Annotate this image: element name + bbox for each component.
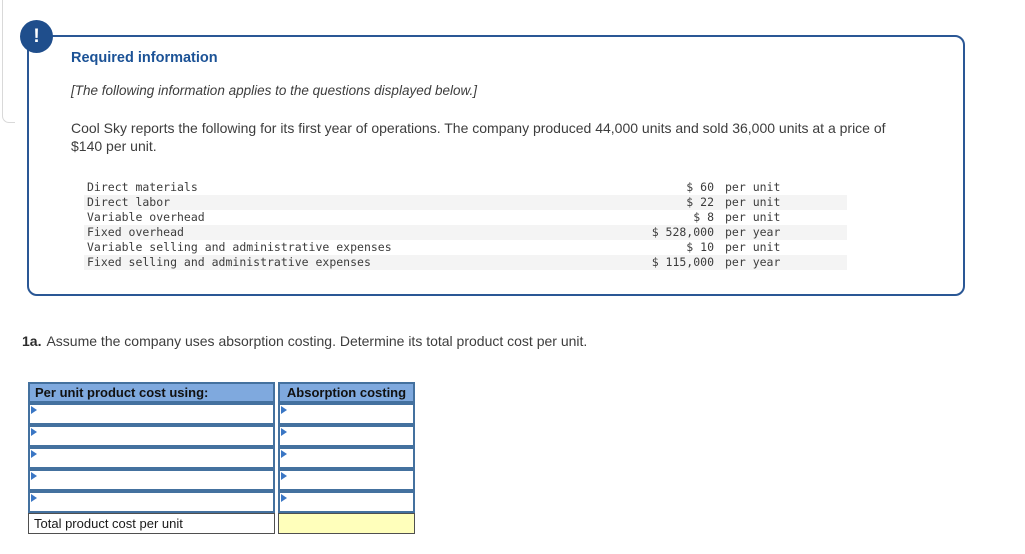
applies-note: [The following information applies to th… (71, 83, 477, 98)
cost-unit: per unit (725, 180, 781, 194)
cost-item-dropdown-cell[interactable] (28, 469, 275, 491)
answer-input-row-2 (28, 425, 418, 447)
dropdown-arrow-icon (281, 494, 287, 502)
cost-item-dropdown-cell[interactable] (28, 447, 275, 469)
question-number: 1a. (22, 333, 42, 349)
page-edge-artifact (2, 0, 15, 123)
dropdown-arrow-icon (31, 450, 37, 458)
cost-row-variable-sga: Variable selling and administrative expe… (84, 240, 847, 255)
cost-row-variable-overhead: Variable overhead $ 8 per unit (84, 210, 847, 225)
dropdown-arrow-icon (31, 428, 37, 436)
answer-input-row-4 (28, 469, 418, 491)
dropdown-arrow-icon (31, 494, 37, 502)
answer-total-row: Total product cost per unit (28, 513, 418, 534)
answer-input-row-5 (28, 491, 418, 513)
cost-amount: $ 8 (693, 210, 714, 224)
amount-dropdown-cell[interactable] (278, 425, 415, 447)
dropdown-arrow-icon (281, 428, 287, 436)
total-product-cost-input[interactable] (278, 513, 415, 534)
cost-row-fixed-overhead: Fixed overhead $ 528,000 per year (84, 225, 847, 240)
alert-exclamation-icon: ! (20, 20, 53, 53)
cost-label: Direct labor (87, 195, 171, 209)
cost-label: Fixed selling and administrative expense… (87, 255, 371, 269)
cost-label: Variable overhead (87, 210, 205, 224)
amount-dropdown-cell[interactable] (278, 403, 415, 425)
scenario-paragraph: Cool Sky reports the following for its f… (71, 120, 886, 154)
cost-row-fixed-sga: Fixed selling and administrative expense… (84, 255, 847, 270)
cost-item-dropdown-cell[interactable] (28, 491, 275, 513)
amount-dropdown-cell[interactable] (278, 447, 415, 469)
dropdown-arrow-icon (281, 472, 287, 480)
dropdown-arrow-icon (31, 472, 37, 480)
required-information-heading: Required information (71, 50, 218, 66)
question-1a: 1a. Assume the company uses absorption co… (22, 333, 587, 349)
absorption-costing-answer-table: Per unit product cost using: Absorption … (28, 382, 418, 534)
answer-input-row-1 (28, 403, 418, 425)
header-per-unit-product-cost: Per unit product cost using: (28, 382, 275, 403)
answer-table-header-row: Per unit product cost using: Absorption … (28, 382, 418, 403)
cost-amount: $ 22 (686, 195, 714, 209)
total-product-cost-label: Total product cost per unit (28, 513, 275, 534)
question-text: Assume the company uses absorption costi… (46, 333, 588, 349)
cost-row-direct-materials: Direct materials $ 60 per unit (84, 180, 847, 195)
cost-item-dropdown-cell[interactable] (28, 425, 275, 447)
required-information-panel: Required information [The following info… (27, 35, 965, 296)
cost-unit: per year (725, 225, 781, 239)
cost-label: Direct materials (87, 180, 198, 194)
cost-data-table: Direct materials $ 60 per unit Direct la… (84, 180, 847, 270)
cost-amount: $ 60 (686, 180, 714, 194)
cost-amount: $ 528,000 (651, 225, 714, 239)
cost-label: Variable selling and administrative expe… (87, 240, 392, 254)
answer-input-row-3 (28, 447, 418, 469)
dropdown-arrow-icon (281, 406, 287, 414)
cost-unit: per unit (725, 210, 781, 224)
dropdown-arrow-icon (281, 450, 287, 458)
cost-amount: $ 115,000 (651, 255, 714, 269)
cost-unit: per year (725, 255, 781, 269)
amount-dropdown-cell[interactable] (278, 469, 415, 491)
cost-row-direct-labor: Direct labor $ 22 per unit (84, 195, 847, 210)
cost-item-dropdown-cell[interactable] (28, 403, 275, 425)
dropdown-arrow-icon (31, 406, 37, 414)
header-absorption-costing: Absorption costing (278, 382, 415, 403)
cost-unit: per unit (725, 240, 781, 254)
cost-label: Fixed overhead (87, 225, 184, 239)
cost-amount: $ 10 (686, 240, 714, 254)
cost-unit: per unit (725, 195, 781, 209)
amount-dropdown-cell[interactable] (278, 491, 415, 513)
